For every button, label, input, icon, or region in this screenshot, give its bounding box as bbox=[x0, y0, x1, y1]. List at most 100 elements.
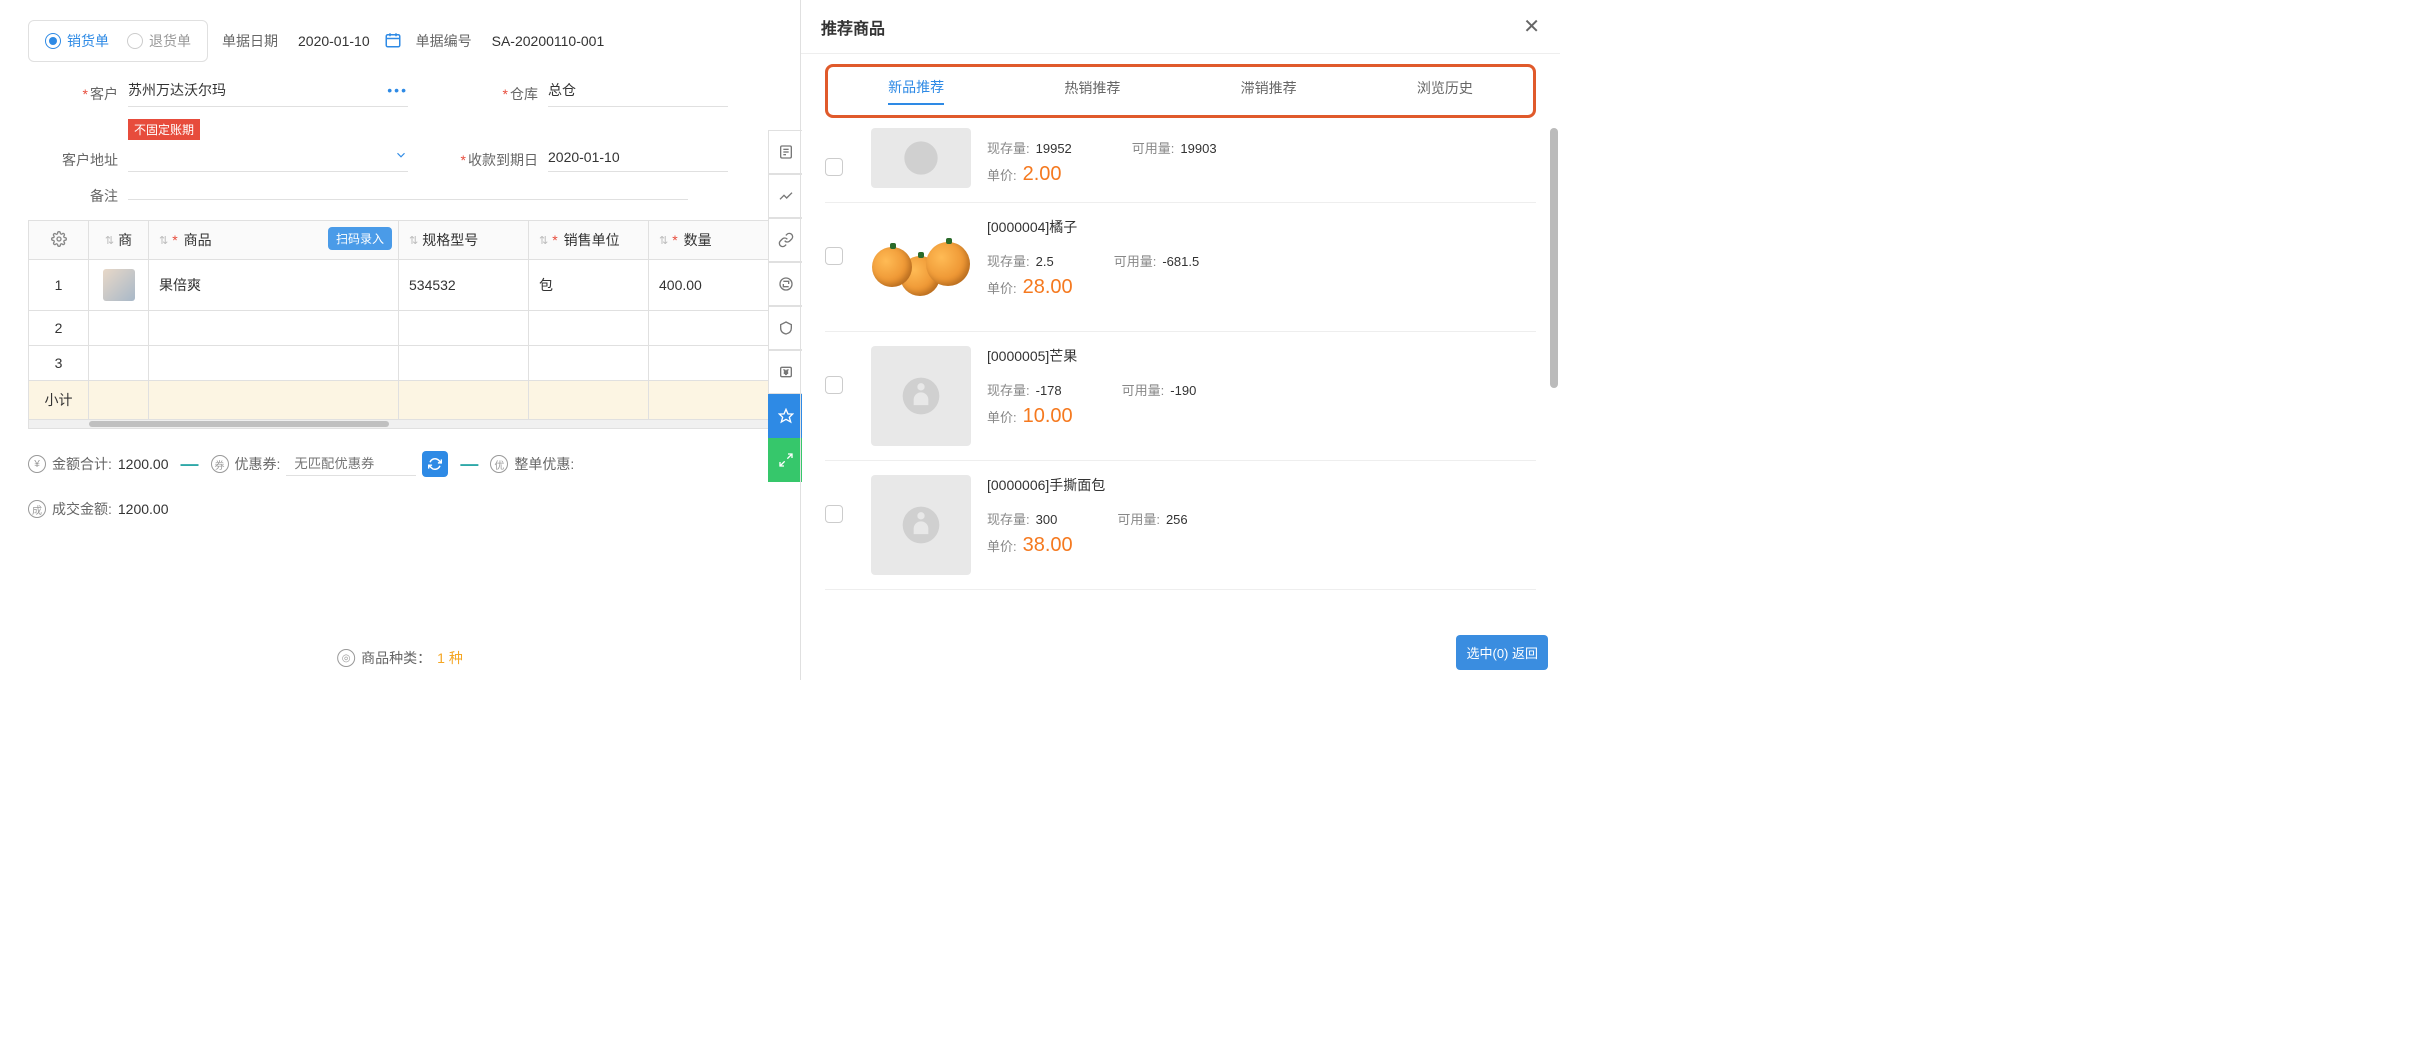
return-order-radio[interactable]: 退货单 bbox=[127, 31, 191, 51]
list-item[interactable]: [0000006]手撕面包 现存量:300 可用量:256 单价:38.00 bbox=[825, 461, 1536, 590]
available: 可用量:-190 bbox=[1122, 380, 1197, 399]
available: 可用量:-681.5 bbox=[1114, 251, 1200, 270]
refresh-button[interactable] bbox=[422, 451, 448, 477]
discount-field: 优 整单优惠: bbox=[490, 454, 574, 474]
price: 单价:38.00 bbox=[987, 534, 1536, 557]
product-name: [0000005]芒果 bbox=[987, 346, 1536, 366]
col-image[interactable]: ⇅商 bbox=[89, 221, 149, 259]
recommend-panel: 推荐商品 ✕ 新品推荐 热销推荐 滞销推荐 浏览历史 250ml bbox=[800, 0, 1560, 680]
addr-input[interactable] bbox=[128, 148, 408, 172]
tag-icon: ◎ bbox=[337, 649, 355, 667]
amount-total: ¥ 金额合计: 1200.00 bbox=[28, 454, 169, 474]
product-list[interactable]: 250ml 现存量:19952 可用量:19903 单价:2.00 [00000… bbox=[801, 128, 1560, 680]
more-icon[interactable]: ••• bbox=[387, 82, 408, 98]
remark-input[interactable] bbox=[128, 193, 688, 200]
row-qty[interactable]: 400.00 bbox=[649, 260, 729, 310]
customer-label: *客户 bbox=[28, 84, 118, 104]
tab-new[interactable]: 新品推荐 bbox=[888, 77, 944, 105]
radio-icon bbox=[45, 33, 61, 49]
radio-icon bbox=[127, 33, 143, 49]
panel-title: 推荐商品 bbox=[821, 15, 885, 39]
tab-hot[interactable]: 热销推荐 bbox=[1064, 78, 1120, 104]
gear-column[interactable] bbox=[29, 221, 89, 259]
num-value: SA-20200110-001 bbox=[492, 33, 605, 49]
sales-order-label: 销货单 bbox=[67, 31, 109, 51]
row-index: 3 bbox=[29, 346, 89, 380]
addr-label: 客户地址 bbox=[28, 150, 118, 170]
list-item[interactable]: [0000005]芒果 现存量:-178 可用量:-190 单价:10.00 bbox=[825, 332, 1536, 461]
product-image-placeholder bbox=[871, 475, 971, 575]
num-label: 单据编号 bbox=[416, 31, 472, 51]
product-thumb bbox=[103, 269, 135, 301]
close-icon[interactable]: ✕ bbox=[1523, 14, 1540, 39]
col-spec[interactable]: ⇅规格型号 bbox=[399, 221, 529, 259]
date-value[interactable]: 2020-01-10 bbox=[298, 33, 370, 49]
line-items-table: ⇅商 ⇅*商品 扫码录入 ⇅规格型号 ⇅*销售单位 ⇅*数量 1 果倍爽 534… bbox=[28, 220, 772, 429]
return-order-label: 退货单 bbox=[149, 31, 191, 51]
swap-icon[interactable] bbox=[768, 262, 802, 306]
list-item[interactable]: [0000004]橘子 现存量:2.5 可用量:-681.5 单价:28.00 bbox=[825, 203, 1536, 332]
available: 可用量:19903 bbox=[1132, 138, 1217, 157]
row-unit[interactable]: 包 bbox=[529, 260, 649, 310]
price: 单价:10.00 bbox=[987, 405, 1536, 428]
price: 单价:2.00 bbox=[987, 163, 1536, 186]
item-checkbox[interactable] bbox=[825, 376, 843, 394]
horizontal-scrollbar[interactable] bbox=[29, 420, 771, 428]
currency-icon[interactable]: ¥ bbox=[768, 350, 802, 394]
minus-icon: — bbox=[460, 454, 478, 475]
col-qty[interactable]: ⇅*数量 bbox=[649, 221, 729, 259]
product-image-placeholder bbox=[871, 346, 971, 446]
discount-icon: 优 bbox=[490, 455, 508, 473]
due-input[interactable]: 2020-01-10 bbox=[548, 149, 728, 172]
stock: 现存量:-178 bbox=[987, 380, 1062, 399]
table-row[interactable]: 2 bbox=[29, 311, 771, 346]
stock: 现存量:19952 bbox=[987, 138, 1072, 157]
tab-history[interactable]: 浏览历史 bbox=[1417, 78, 1473, 104]
row-index: 1 bbox=[29, 260, 89, 310]
recommend-tabs-highlight: 新品推荐 热销推荐 滞销推荐 浏览历史 bbox=[801, 54, 1560, 128]
tab-slow[interactable]: 滞销推荐 bbox=[1241, 78, 1297, 104]
stock: 现存量:2.5 bbox=[987, 251, 1054, 270]
scan-input-button[interactable]: 扫码录入 bbox=[328, 227, 392, 250]
link-icon[interactable] bbox=[768, 218, 802, 262]
remark-label: 备注 bbox=[28, 186, 118, 206]
product-image bbox=[871, 217, 971, 317]
selected-return-button[interactable]: 选中(0) 返回 bbox=[1456, 635, 1548, 670]
col-unit[interactable]: ⇅*销售单位 bbox=[529, 221, 649, 259]
table-row[interactable]: 1 果倍爽 534532 包 400.00 bbox=[29, 260, 771, 311]
row-spec[interactable]: 534532 bbox=[399, 260, 529, 310]
order-type-tabs: 销货单 退货单 bbox=[28, 20, 208, 62]
customer-input[interactable]: 苏州万达沃尔玛 ••• bbox=[128, 80, 408, 107]
item-checkbox[interactable] bbox=[825, 505, 843, 523]
note-icon[interactable] bbox=[768, 130, 802, 174]
subtotal-row: 小计 bbox=[29, 381, 771, 420]
table-row[interactable]: 3 bbox=[29, 346, 771, 381]
chart-icon[interactable] bbox=[768, 174, 802, 218]
col-product[interactable]: ⇅*商品 扫码录入 bbox=[149, 221, 399, 259]
star-icon[interactable] bbox=[768, 394, 802, 438]
warehouse-label: *仓库 bbox=[448, 84, 538, 104]
shield-icon[interactable] bbox=[768, 306, 802, 350]
calendar-icon[interactable] bbox=[384, 31, 402, 52]
row-product[interactable]: 果倍爽 bbox=[149, 260, 399, 310]
warehouse-input[interactable]: 总仓 bbox=[548, 80, 728, 107]
sales-order-panel: 销货单 退货单 单据日期 2020-01-10 单据编号 SA-20200110… bbox=[0, 0, 800, 680]
stock: 现存量:300 bbox=[987, 509, 1057, 528]
price: 单价:28.00 bbox=[987, 276, 1536, 299]
due-label: *收款到期日 bbox=[448, 150, 538, 170]
item-checkbox[interactable] bbox=[825, 247, 843, 265]
gear-icon bbox=[51, 231, 67, 250]
subtotal-label: 小计 bbox=[29, 381, 89, 419]
sales-order-radio[interactable]: 销货单 bbox=[45, 31, 109, 51]
expand-icon[interactable] bbox=[768, 438, 802, 482]
coupon-icon: 券 bbox=[211, 455, 229, 473]
chevron-down-icon[interactable] bbox=[394, 148, 408, 165]
product-kind-summary: ◎ 商品种类： 1 种 bbox=[337, 648, 463, 668]
vertical-scrollbar[interactable] bbox=[1550, 128, 1558, 388]
coupon-input[interactable] bbox=[286, 452, 416, 476]
product-image-placeholder bbox=[871, 128, 971, 188]
list-item[interactable]: 250ml 现存量:19952 可用量:19903 单价:2.00 bbox=[825, 128, 1536, 203]
minus-icon: — bbox=[181, 454, 199, 475]
item-checkbox[interactable] bbox=[825, 158, 843, 176]
svg-text:¥: ¥ bbox=[784, 370, 788, 377]
